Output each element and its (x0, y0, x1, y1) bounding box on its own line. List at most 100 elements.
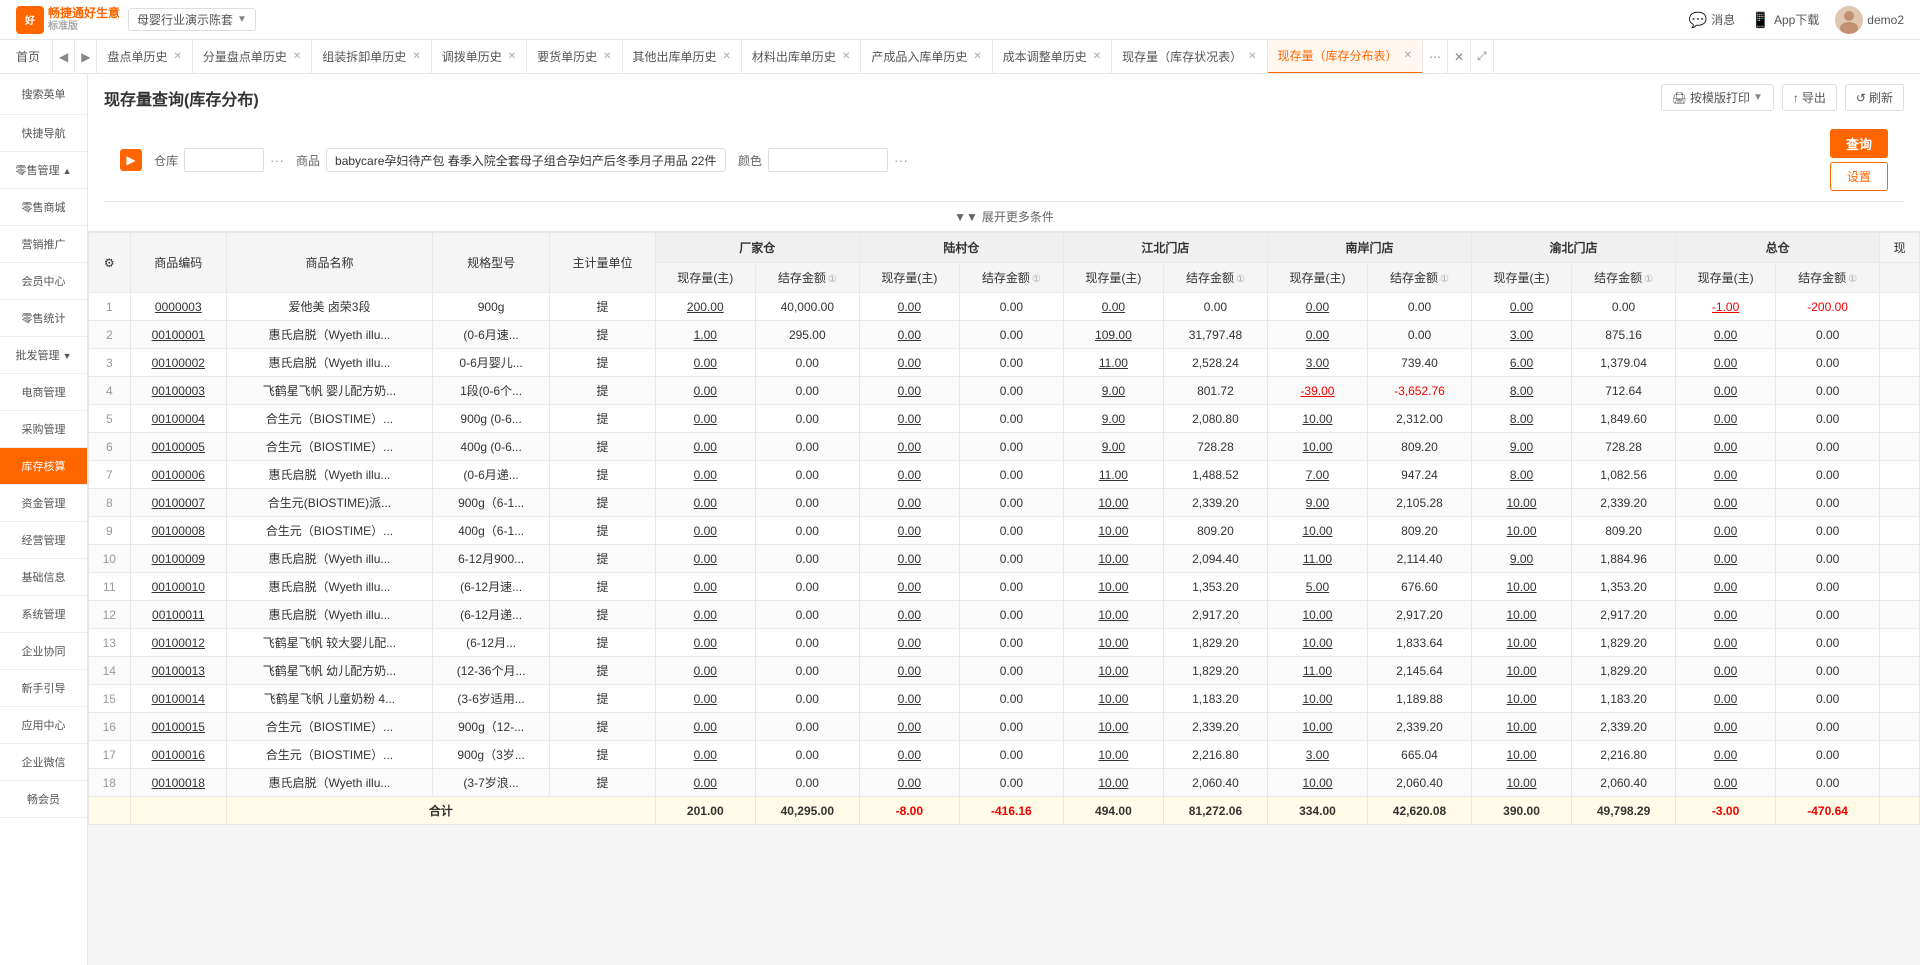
tab-product-inbound[interactable]: 产成品入库单历史✕ (861, 40, 992, 74)
color-input[interactable] (768, 148, 888, 172)
tab-close-icon[interactable]: ✕ (1093, 40, 1101, 74)
user-name: demo2 (1867, 13, 1904, 27)
tab-assembly-history[interactable]: 组装拆卸单历史✕ (312, 40, 431, 74)
sidebar-item-new-guide[interactable]: 新手引导 (0, 670, 87, 707)
col-total-qty: 现存量(主) (1676, 263, 1776, 293)
industry-selector[interactable]: 母婴行业演示陈套 ▼ (128, 8, 256, 31)
tab-close-icon[interactable]: ✕ (293, 40, 301, 74)
tab-stock-status[interactable]: 现存量（库存状况表）✕ (1112, 40, 1267, 74)
content-area: 现存量查询(库存分布) 🖨 按模版打印 ▼ ↑ 导出 ↺ 刷新 (88, 74, 1920, 965)
tab-outbound-history[interactable]: 其他出库单历史✕ (623, 40, 742, 74)
tab-close-icon[interactable]: ✕ (973, 40, 981, 74)
tab-close-icon[interactable]: ✕ (603, 40, 611, 74)
tab-more-btn[interactable]: ⋯ (1423, 40, 1448, 74)
col-current-sub (1880, 263, 1920, 293)
tab-cost-adjust[interactable]: 成本调整单历史✕ (993, 40, 1112, 74)
chevron-down-icon2: ▼▼ (954, 210, 978, 224)
sidebar-item-inventory[interactable]: 库存核算 (0, 448, 87, 485)
warehouse-input[interactable] (184, 148, 264, 172)
tab-partial-inventory-history[interactable]: 分量盘点单历史✕ (193, 40, 312, 74)
tab-close-all-btn[interactable]: ✕ (1448, 40, 1471, 74)
col-current-header: 现 (1880, 233, 1920, 263)
col-na-qty: 现存量(主) (1267, 263, 1367, 293)
sidebar-item-member[interactable]: 畅会员 (0, 781, 87, 818)
main-layout: 搜索英单 快捷导航 零售管理 ▲ 零售商城 营销推广 会员中心 零售统计 批发管… (0, 74, 1920, 965)
col-total-header: 总仓 (1676, 233, 1880, 263)
sub-arrow-icon: ▲ (63, 166, 72, 176)
tab-bar: 首页 ◀ ▶ 盘点单历史✕ 分量盘点单历史✕ 组装拆卸单历史✕ 调拨单历史✕ 要… (0, 40, 1920, 74)
export-btn[interactable]: ↑ 导出 (1782, 84, 1837, 111)
warehouse-more-btn[interactable]: ··· (270, 152, 284, 168)
info-icon: ① (1644, 274, 1653, 285)
print-btn[interactable]: 🖨 按模版打印 ▼ (1661, 84, 1774, 111)
table-row: 1600100015合生元（BIOSTIME）...900g（12-...提0.… (89, 713, 1920, 741)
sidebar-item-enterprise-collab[interactable]: 企业协同 (0, 633, 87, 670)
col-nanan-header: 南岸门店 (1267, 233, 1471, 263)
sidebar-item-enterprise-wechat[interactable]: 企业微信 (0, 744, 87, 781)
tab-close-icon[interactable]: ✕ (842, 40, 850, 74)
sidebar-item-purchase-mgmt[interactable]: 采购管理 (0, 411, 87, 448)
tab-next-btn[interactable]: ▶ (75, 40, 97, 74)
message-btn[interactable]: 💬 消息 (1689, 11, 1736, 29)
sub-arrow-icon2: ▼ (63, 351, 72, 361)
table-row: 1300100012飞鹤星飞帆 较大婴儿配...(6-12月...提0.000.… (89, 629, 1920, 657)
filter-expand-btn[interactable]: ▶ (120, 149, 142, 171)
tab-inventory-check-history[interactable]: 盘点单历史✕ (97, 40, 192, 74)
top-bar-left: 好 畅捷通好生意 标准版 母婴行业演示陈套 ▼ (16, 6, 256, 34)
app-icon: 📱 (1751, 11, 1770, 29)
message-label: 消息 (1711, 11, 1735, 28)
chevron-down-icon: ▼ (237, 14, 247, 25)
color-more-btn[interactable]: ··· (894, 152, 908, 168)
table-row: 700100006惠氏启脱（Wyeth illu...(0-6月递...提0.0… (89, 461, 1920, 489)
data-table: ⚙ 商品编码 商品名称 规格型号 主计量单位 厂家仓 陆村仓 江北门店 南岸门店… (88, 232, 1920, 825)
goods-input[interactable] (326, 148, 726, 172)
sidebar-item-search[interactable]: 搜索英单 (0, 74, 87, 115)
table-row: 1100100010惠氏启脱（Wyeth illu...(6-12月速...提0… (89, 573, 1920, 601)
sidebar-item-app-center[interactable]: 应用中心 (0, 707, 87, 744)
sidebar-item-wholesale-mgmt[interactable]: 批发管理 ▼ (0, 337, 87, 374)
col-lucun-header: 陆村仓 (859, 233, 1063, 263)
tab-close-icon[interactable]: ✕ (723, 40, 731, 74)
sidebar-item-system-mgmt[interactable]: 系统管理 (0, 596, 87, 633)
tab-expand-btn[interactable]: ⤢ (1471, 40, 1494, 74)
user-profile[interactable]: demo2 (1835, 6, 1904, 34)
logo-text: 畅捷通好生意 (48, 6, 120, 20)
export-icon: ↑ (1793, 91, 1799, 105)
sidebar-item-ecommerce[interactable]: 电商管理 (0, 374, 87, 411)
app-download-btn[interactable]: 📱 App下载 (1751, 11, 1819, 29)
table-container[interactable]: ⚙ 商品编码 商品名称 规格型号 主计量单位 厂家仓 陆村仓 江北门店 南岸门店… (88, 232, 1920, 965)
sidebar-item-finance[interactable]: 资金管理 (0, 485, 87, 522)
tab-prev-btn[interactable]: ◀ (53, 40, 75, 74)
refresh-btn[interactable]: ↺ 刷新 (1845, 84, 1904, 111)
tab-transfer-history[interactable]: 调拨单历史✕ (432, 40, 527, 74)
expand-more-btn[interactable]: ▼▼ 展开更多条件 (954, 208, 1054, 225)
sidebar-item-member-center[interactable]: 会员中心 (0, 263, 87, 300)
col-jb-amt: 结存金额① (1163, 263, 1267, 293)
tab-material-outbound[interactable]: 材料出库单历史✕ (742, 40, 861, 74)
sidebar-item-retail-stats[interactable]: 零售统计 (0, 300, 87, 337)
col-gear[interactable]: ⚙ (89, 233, 131, 293)
tab-stock-distribution[interactable]: 现存量（库存分布表）✕ (1268, 40, 1423, 74)
sidebar-item-retail-mgmt[interactable]: 零售管理 ▲ (0, 152, 87, 189)
sidebar-item-quicknav[interactable]: 快捷导航 (0, 115, 87, 152)
tab-close-icon[interactable]: ✕ (1248, 40, 1256, 74)
warehouse-filter: 仓库 ··· (154, 148, 284, 172)
tab-home[interactable]: 首页 (4, 40, 53, 74)
tab-close-icon[interactable]: ✕ (1404, 40, 1412, 73)
query-btn[interactable]: 查询 (1830, 129, 1888, 158)
tab-close-icon[interactable]: ✕ (174, 40, 182, 74)
top-bar: 好 畅捷通好生意 标准版 母婴行业演示陈套 ▼ 💬 消息 📱 App下载 dem… (0, 0, 1920, 40)
sidebar-item-operations[interactable]: 经营管理 (0, 522, 87, 559)
sidebar-item-retail-mall[interactable]: 零售商城 (0, 189, 87, 226)
tab-requisition-history[interactable]: 要货单历史✕ (527, 40, 622, 74)
setting-btn[interactable]: 设置 (1830, 162, 1888, 191)
app-label: App下载 (1774, 11, 1819, 28)
industry-label: 母婴行业演示陈套 (137, 11, 233, 28)
expand-label: 展开更多条件 (982, 208, 1054, 225)
sidebar-item-basic-info[interactable]: 基础信息 (0, 559, 87, 596)
sidebar-item-marketing[interactable]: 营销推广 (0, 226, 87, 263)
col-yb-qty: 现存量(主) (1472, 263, 1572, 293)
tab-close-icon[interactable]: ✕ (508, 40, 516, 74)
top-bar-right: 💬 消息 📱 App下载 demo2 (1689, 6, 1904, 34)
tab-close-icon[interactable]: ✕ (412, 40, 420, 74)
